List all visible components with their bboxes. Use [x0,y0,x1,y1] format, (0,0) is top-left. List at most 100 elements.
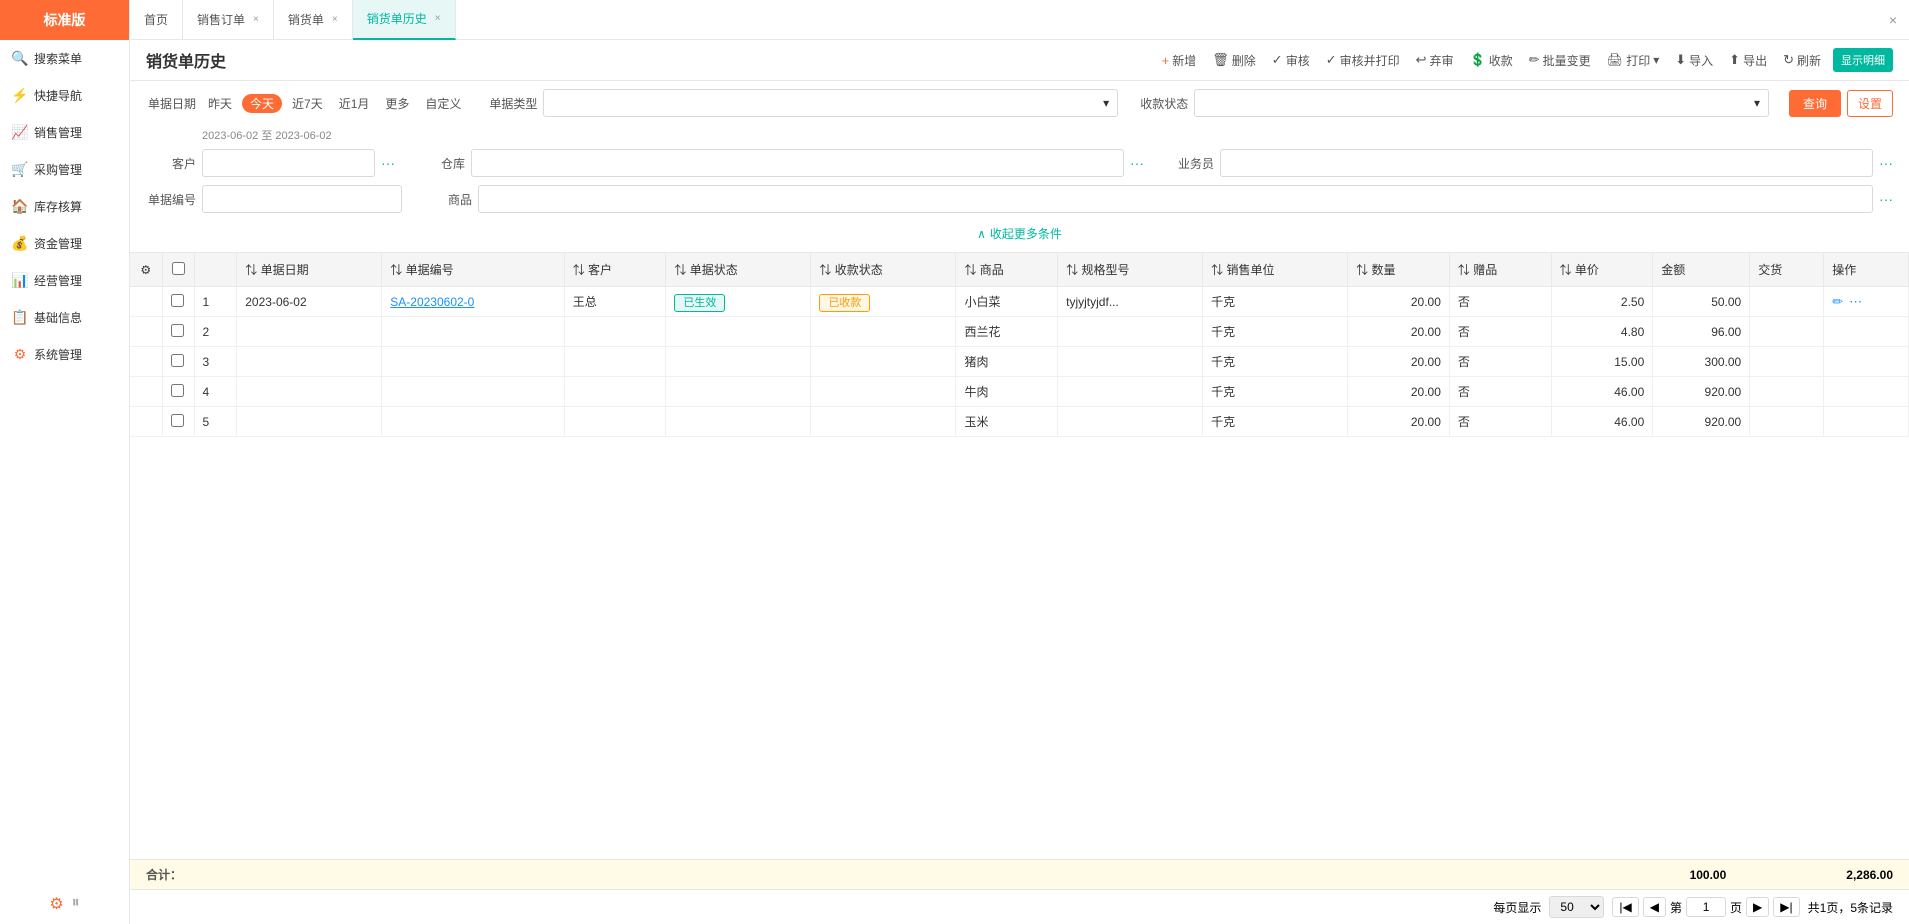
date-btn-custom[interactable]: 自定义 [419,93,467,114]
cell-goods: 小白菜 [956,287,1058,317]
next-page-btn[interactable]: ▶ [1746,897,1769,917]
page-number-input[interactable] [1686,897,1726,917]
cell-checkbox[interactable] [162,317,194,347]
export-button[interactable]: ⬆ 导出 [1725,50,1771,71]
abandon-button[interactable]: ↩ 弃审 [1412,50,1458,71]
cell-action[interactable] [1824,317,1909,347]
sidebar-item-sales[interactable]: 📈 销售管理 [0,114,129,151]
approve-button[interactable]: ✓ 审核 [1268,50,1314,71]
tab-sales-history[interactable]: 销货单历史 × [353,0,456,40]
cell-action[interactable]: ✏⋯ [1824,287,1909,317]
doc-type-select[interactable]: ▾ [543,89,1118,117]
payment-status-select[interactable]: ▾ [1194,89,1769,117]
customer-input[interactable] [202,149,375,177]
row-checkbox[interactable] [171,324,184,337]
cell-action[interactable] [1824,347,1909,377]
sidebar-item-search[interactable]: 🔍 搜索菜单 [0,40,129,77]
sidebar-item-quick-nav[interactable]: ⚡ 快捷导航 [0,77,129,114]
sidebar-item-basic[interactable]: 📋 基础信息 [0,299,129,336]
cell-doc-no[interactable]: SA-20230602-0 [382,287,564,317]
customer-search-btn[interactable]: ··· [381,155,395,171]
col-spec[interactable]: ⇅ 规格型号 [1058,253,1203,287]
goods-input[interactable] [478,185,1873,213]
filter-settings-button[interactable]: 设置 [1847,90,1893,117]
sidebar-item-purchase[interactable]: 🛒 采购管理 [0,151,129,188]
date-btn-today[interactable]: 今天 [242,94,282,113]
approve-print-button[interactable]: ✓ 审核并打印 [1322,50,1404,71]
tab-sales-order[interactable]: 销售订单 × [183,0,274,40]
tab-sales-order-close[interactable]: × [253,14,259,25]
tab-sales-delivery-close[interactable]: × [332,14,338,25]
sidebar-item-operation[interactable]: 📊 经营管理 [0,262,129,299]
cell-checkbox[interactable] [162,347,194,377]
cell-checkbox[interactable] [162,287,194,317]
staff-input[interactable] [1220,149,1873,177]
col-gift[interactable]: ⇅ 赠品 [1449,253,1551,287]
print-button[interactable]: 🖨 打印 ▾ [1603,50,1664,71]
row-checkbox[interactable] [171,354,184,367]
col-goods[interactable]: ⇅ 商品 [956,253,1058,287]
close-all-tabs[interactable]: × [1877,12,1909,28]
row-checkbox[interactable] [171,384,184,397]
cell-qty: 20.00 [1348,347,1450,377]
col-unit[interactable]: ⇅ 销售单位 [1203,253,1348,287]
date-btn-yesterday[interactable]: 昨天 [202,93,238,114]
batch-change-button[interactable]: ✏ 批量变更 [1525,50,1595,71]
tab-sales-delivery[interactable]: 销货单 × [274,0,353,40]
show-detail-button[interactable]: 显示明细 [1833,48,1893,72]
delete-button[interactable]: 🗑 删除 [1208,50,1260,71]
sidebar-item-finance[interactable]: 💰 资金管理 [0,225,129,262]
cell-gear [130,407,162,437]
per-page-select[interactable]: 50 100 [1549,896,1604,918]
first-page-btn[interactable]: |◀ [1612,897,1638,917]
warehouse-search-btn[interactable]: ··· [1130,155,1144,171]
collapse-button[interactable]: ∧ 收起更多条件 [977,225,1062,242]
more-action-icon[interactable]: ⋯ [1849,294,1862,310]
col-qty[interactable]: ⇅ 数量 [1348,253,1450,287]
warehouse-input[interactable] [471,149,1124,177]
doc-type-arrow: ▾ [1103,96,1109,110]
delete-label: 删除 [1232,52,1256,69]
cell-action[interactable] [1824,377,1909,407]
date-btn-more[interactable]: 更多 [379,93,415,114]
col-doc-status[interactable]: ⇅ 单据状态 [666,253,811,287]
cell-gift: 否 [1449,347,1551,377]
cell-action[interactable] [1824,407,1909,437]
settings-bottom-icon[interactable]: ⚙ [49,894,63,914]
cell-checkbox[interactable] [162,377,194,407]
col-customer[interactable]: ⇅ 客户 [564,253,666,287]
sidebar-item-system[interactable]: ⚙ 系统管理 [0,336,129,373]
cell-checkbox[interactable] [162,407,194,437]
refresh-button[interactable]: ↻ 刷新 [1779,50,1825,71]
tab-sales-history-close[interactable]: × [435,13,441,24]
goods-search-btn[interactable]: ··· [1879,191,1893,207]
select-all-checkbox[interactable] [172,262,185,275]
cell-gear [130,287,162,317]
row-checkbox[interactable] [171,294,184,307]
last-page-btn[interactable]: ▶| [1773,897,1799,917]
col-payment-status[interactable]: ⇅ 收款状态 [811,253,956,287]
table-header-row: ⚙ ⇅ 单据日期 ⇅ 单据编号 ⇅ 客户 ⇅ 单据状态 ⇅ 收款状态 ⇅ 商品 … [130,253,1909,287]
filter-row-date-range: 2023-06-02 至 2023-06-02 [146,125,1893,143]
staff-search-btn[interactable]: ··· [1879,155,1893,171]
doc-no-link[interactable]: SA-20230602-0 [390,295,474,309]
row-checkbox[interactable] [171,414,184,427]
collect-button[interactable]: 💲 收款 [1466,50,1517,71]
date-btn-1month[interactable]: 近1月 [333,93,376,114]
home-icon: 🏠 [12,199,28,215]
customer-label: 客户 [146,155,196,172]
date-btn-7days[interactable]: 近7天 [286,93,329,114]
import-button[interactable]: ⬇ 导入 [1671,50,1717,71]
edit-action-icon[interactable]: ✏ [1832,294,1843,310]
query-button[interactable]: 查询 [1789,90,1841,117]
col-gear[interactable]: ⚙ [130,253,162,287]
add-button[interactable]: + 新增 [1158,50,1201,71]
collapse-sidebar-icon[interactable]: ⏸ [72,894,80,914]
col-unit-price[interactable]: ⇅ 单价 [1551,253,1653,287]
tab-home[interactable]: 首页 [130,0,183,40]
col-doc-no[interactable]: ⇅ 单据编号 [382,253,564,287]
sidebar-item-inventory[interactable]: 🏠 库存核算 [0,188,129,225]
doc-no-input[interactable] [202,185,402,213]
prev-page-btn[interactable]: ◀ [1643,897,1666,917]
col-doc-date[interactable]: ⇅ 单据日期 [237,253,382,287]
